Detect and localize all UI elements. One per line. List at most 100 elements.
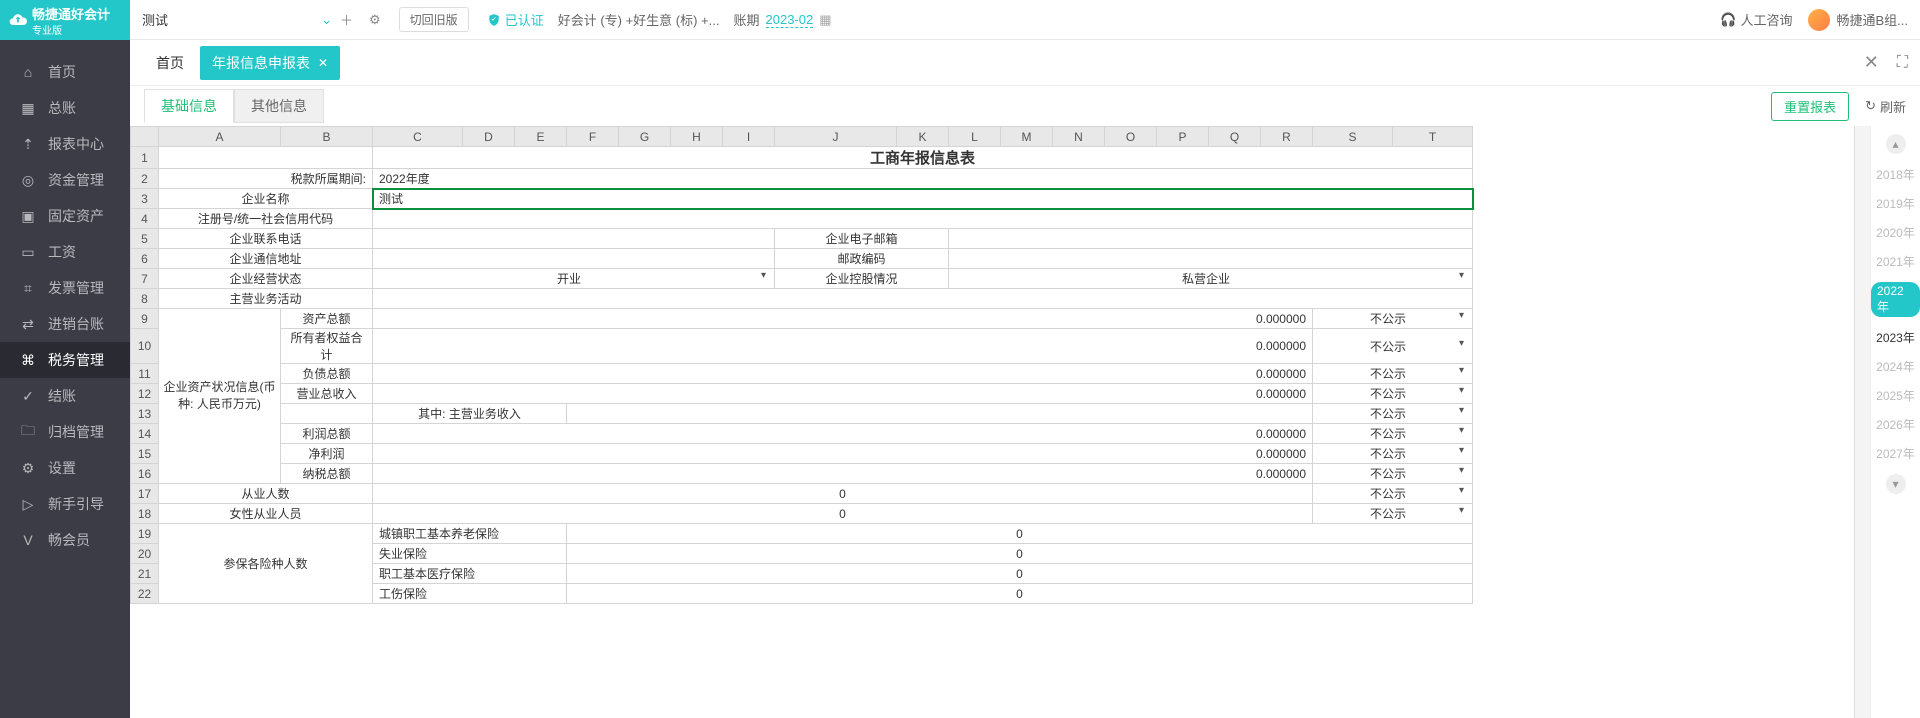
- ins3-val[interactable]: 0: [567, 564, 1473, 584]
- reset-button[interactable]: 重置报表: [1771, 92, 1849, 121]
- user-name[interactable]: 畅捷通B组...: [1836, 10, 1908, 29]
- r13-val[interactable]: [567, 404, 1313, 424]
- sidebar-item-1[interactable]: ▦总账: [0, 90, 130, 126]
- r12-pub[interactable]: 不公示: [1313, 384, 1473, 404]
- reg-value[interactable]: [373, 209, 1473, 229]
- row-header-10[interactable]: 10: [131, 329, 159, 364]
- addr-label[interactable]: 企业通信地址: [159, 249, 373, 269]
- tab-annual-report[interactable]: 年报信息申报表 ✕: [200, 46, 340, 80]
- col-header-J[interactable]: J: [775, 127, 897, 147]
- r16-label[interactable]: 纳税总额: [281, 464, 373, 484]
- female-val[interactable]: 0: [373, 504, 1313, 524]
- col-header-F[interactable]: F: [567, 127, 619, 147]
- row-header-7[interactable]: 7: [131, 269, 159, 289]
- postcode-value[interactable]: [949, 249, 1473, 269]
- r11-label[interactable]: 负债总额: [281, 364, 373, 384]
- emp-pub[interactable]: 不公示: [1313, 484, 1473, 504]
- verified-badge[interactable]: 已认证: [487, 10, 544, 29]
- row-header-6[interactable]: 6: [131, 249, 159, 269]
- col-header-E[interactable]: E: [515, 127, 567, 147]
- col-header-C[interactable]: C: [373, 127, 463, 147]
- col-header-P[interactable]: P: [1157, 127, 1209, 147]
- year-2021年[interactable]: 2021年: [1876, 253, 1915, 270]
- holding-label[interactable]: 企业控股情况: [775, 269, 949, 289]
- year-2019年[interactable]: 2019年: [1876, 195, 1915, 212]
- status-value[interactable]: 开业: [373, 269, 775, 289]
- r16-val[interactable]: 0.000000: [373, 464, 1313, 484]
- col-header-I[interactable]: I: [723, 127, 775, 147]
- r15-label[interactable]: 净利润: [281, 444, 373, 464]
- ins1-label[interactable]: 城镇职工基本养老保险: [373, 524, 567, 544]
- row-header-3[interactable]: 3: [131, 189, 159, 209]
- row-header-21[interactable]: 21: [131, 564, 159, 584]
- r14-pub[interactable]: 不公示: [1313, 424, 1473, 444]
- r15-val[interactable]: 0.000000: [373, 444, 1313, 464]
- expand-icon[interactable]: ⛶: [1897, 54, 1920, 72]
- close-icon[interactable]: ✕: [318, 56, 328, 70]
- mainbiz-label[interactable]: 主营业务活动: [159, 289, 373, 309]
- phone-label[interactable]: 企业联系电话: [159, 229, 373, 249]
- ins4-label[interactable]: 工伤保险: [373, 584, 567, 604]
- addr-value[interactable]: [373, 249, 775, 269]
- r15-pub[interactable]: 不公示: [1313, 444, 1473, 464]
- sidebar-item-3[interactable]: ◎资金管理: [0, 162, 130, 198]
- col-header-N[interactable]: N: [1053, 127, 1105, 147]
- sidebar-item-5[interactable]: ▭工资: [0, 234, 130, 270]
- sidebar-item-12[interactable]: ▷新手引导: [0, 486, 130, 522]
- switch-old-button[interactable]: 切回旧版: [399, 7, 469, 32]
- col-header-H[interactable]: H: [671, 127, 723, 147]
- r11-val[interactable]: 0.000000: [373, 364, 1313, 384]
- sidebar-item-13[interactable]: V畅会员: [0, 522, 130, 558]
- sidebar-item-2[interactable]: ⇡报表中心: [0, 126, 130, 162]
- col-header-L[interactable]: L: [949, 127, 1001, 147]
- row-header-1[interactable]: 1: [131, 147, 159, 169]
- mainbiz-value[interactable]: [373, 289, 1473, 309]
- add-icon[interactable]: ＋: [340, 10, 353, 29]
- r14-label[interactable]: 利润总额: [281, 424, 373, 444]
- ins4-val[interactable]: 0: [567, 584, 1473, 604]
- ins2-val[interactable]: 0: [567, 544, 1473, 564]
- row-header-9[interactable]: 9: [131, 309, 159, 329]
- calendar-icon[interactable]: ▦: [819, 12, 831, 28]
- company-value-cell[interactable]: 测试: [373, 189, 1473, 209]
- emp-val[interactable]: 0: [373, 484, 1313, 504]
- corner-cell[interactable]: [131, 127, 159, 147]
- sidebar-item-10[interactable]: 🗀归档管理: [0, 414, 130, 450]
- col-header-Q[interactable]: Q: [1209, 127, 1261, 147]
- sidebar-item-7[interactable]: ⇄进销台账: [0, 306, 130, 342]
- year-up-icon[interactable]: ▴: [1886, 134, 1906, 154]
- ins2-label[interactable]: 失业保险: [373, 544, 567, 564]
- row-header-4[interactable]: 4: [131, 209, 159, 229]
- row-header-14[interactable]: 14: [131, 424, 159, 444]
- ins3-label[interactable]: 职工基本医疗保险: [373, 564, 567, 584]
- r9-pub[interactable]: 不公示: [1313, 309, 1473, 329]
- postcode-label[interactable]: 邮政编码: [775, 249, 949, 269]
- ins1-val[interactable]: 0: [567, 524, 1473, 544]
- row-header-12[interactable]: 12: [131, 384, 159, 404]
- col-header-D[interactable]: D: [463, 127, 515, 147]
- row-header-22[interactable]: 22: [131, 584, 159, 604]
- col-header-A[interactable]: A: [159, 127, 281, 147]
- row-header-17[interactable]: 17: [131, 484, 159, 504]
- col-header-O[interactable]: O: [1105, 127, 1157, 147]
- sidebar-item-8[interactable]: ⌘税务管理: [0, 342, 130, 378]
- r12-label[interactable]: 营业总收入: [281, 384, 373, 404]
- row-header-2[interactable]: 2: [131, 169, 159, 189]
- r11-pub[interactable]: 不公示: [1313, 364, 1473, 384]
- year-2024年[interactable]: 2024年: [1876, 358, 1915, 375]
- tax-period-label[interactable]: 税款所属期间:: [159, 169, 373, 189]
- sidebar-item-4[interactable]: ▣固定资产: [0, 198, 130, 234]
- sidebar-item-11[interactable]: ⚙设置: [0, 450, 130, 486]
- r9-label[interactable]: 资产总额: [281, 309, 373, 329]
- row-header-11[interactable]: 11: [131, 364, 159, 384]
- sidebar-item-0[interactable]: ⌂首页: [0, 54, 130, 90]
- status-label[interactable]: 企业经营状态: [159, 269, 373, 289]
- year-2026年[interactable]: 2026年: [1876, 416, 1915, 433]
- r16-pub[interactable]: 不公示: [1313, 464, 1473, 484]
- year-2022年[interactable]: 2022年: [1871, 282, 1920, 317]
- phone-value[interactable]: [373, 229, 775, 249]
- row-header-16[interactable]: 16: [131, 464, 159, 484]
- r10-pub[interactable]: 不公示: [1313, 329, 1473, 364]
- row-header-19[interactable]: 19: [131, 524, 159, 544]
- col-header-S[interactable]: S: [1313, 127, 1393, 147]
